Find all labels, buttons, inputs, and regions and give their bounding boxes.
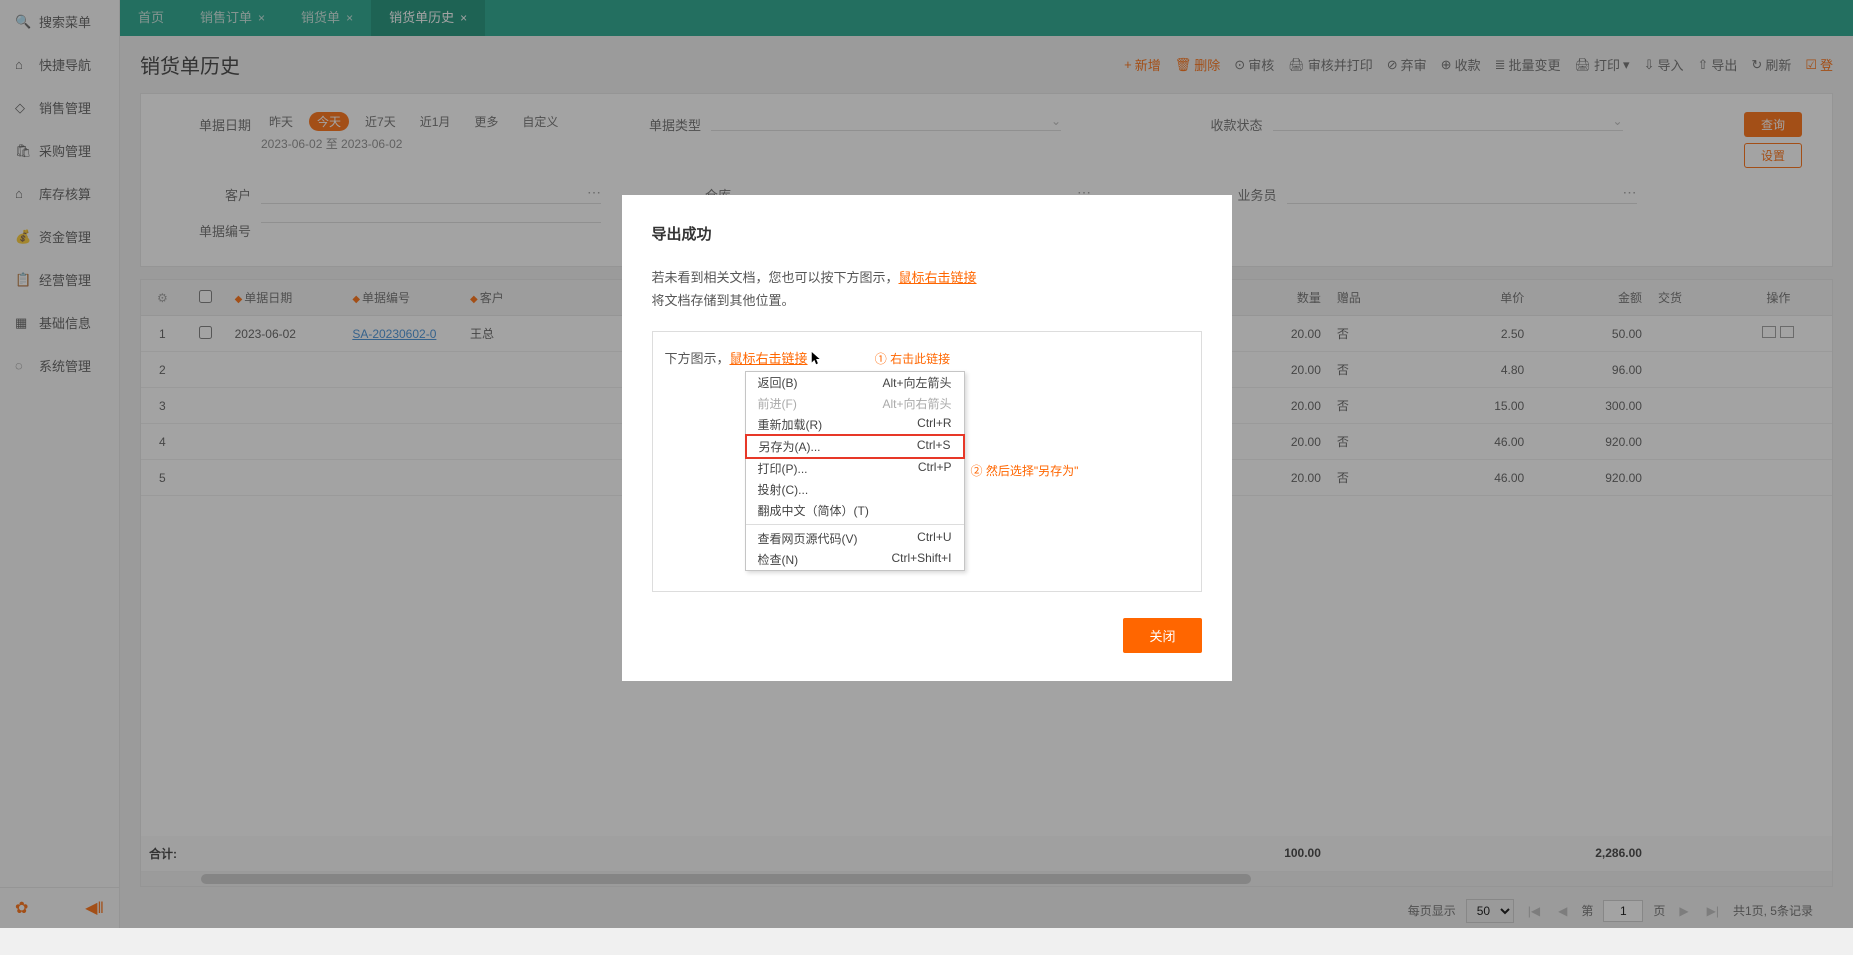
ctx-shortcut: Ctrl+R [917, 416, 951, 433]
cursor-icon [811, 352, 823, 366]
img-link: 鼠标右击链接 [730, 351, 808, 366]
ctx-item: 前进(F) Alt+向右箭头 [746, 393, 964, 414]
ctx-shortcut: Alt+向左箭头 [882, 374, 951, 391]
ctx-shortcut: Ctrl+S [917, 438, 951, 455]
ctx-shortcut: Ctrl+P [918, 460, 952, 477]
ctx-label: 投射(C)... [758, 481, 809, 498]
note-1: ① 右击此链接 [875, 352, 950, 366]
ctx-shortcut: Ctrl+Shift+I [891, 551, 951, 568]
ctx-item: 翻成中文（简体）(T) [746, 500, 964, 521]
ctx-label: 重新加载(R) [758, 416, 823, 433]
ctx-item: 另存为(A)... Ctrl+S [745, 434, 965, 459]
context-menu: 返回(B)Alt+向左箭头前进(F)Alt+向右箭头重新加载(R)Ctrl+R另… [745, 371, 965, 571]
export-success-modal: 导出成功 若未看到相关文档，您也可以按下方图示，鼠标右击链接 将文档存储到其他位… [622, 195, 1232, 681]
ctx-item: 查看网页源代码(V) Ctrl+U [746, 528, 964, 549]
ctx-label: 检查(N) [758, 551, 799, 568]
ctx-item: 重新加载(R) Ctrl+R [746, 414, 964, 435]
modal-line1-pre: 若未看到相关文档，您也可以按下方图示， [652, 270, 899, 285]
instruction-image: 下方图示，鼠标右击链接 ① 右击此链接 返回(B) Alt+向左箭头前进(F) Al… [652, 331, 1202, 592]
img-text-pre: 下方图示， [665, 351, 730, 366]
ctx-label: 翻成中文（简体）(T) [758, 502, 869, 519]
ctx-item: 打印(P)... Ctrl+P [746, 458, 964, 479]
ctx-item: 返回(B) Alt+向左箭头 [746, 372, 964, 393]
modal-line2: 将文档存储到其他位置。 [652, 293, 795, 308]
modal-text: 若未看到相关文档，您也可以按下方图示，鼠标右击链接 将文档存储到其他位置。 [652, 266, 1202, 313]
ctx-label: 另存为(A)... [759, 438, 821, 455]
note-2: ② 然后选择"另存为" [971, 462, 1079, 479]
ctx-shortcut: Ctrl+U [917, 530, 951, 547]
modal-overlay[interactable]: 导出成功 若未看到相关文档，您也可以按下方图示，鼠标右击链接 将文档存储到其他位… [0, 0, 1853, 928]
ctx-label: 返回(B) [758, 374, 798, 391]
ctx-label: 查看网页源代码(V) [758, 530, 858, 547]
ctx-shortcut: Alt+向右箭头 [882, 395, 951, 412]
ctx-label: 打印(P)... [758, 460, 808, 477]
modal-title: 导出成功 [652, 223, 1202, 244]
close-button[interactable]: 关闭 [1123, 618, 1201, 653]
ctx-item: 投射(C)... [746, 479, 964, 500]
ctx-item: 检查(N) Ctrl+Shift+I [746, 549, 964, 570]
ctx-label: 前进(F) [758, 395, 797, 412]
right-click-link[interactable]: 鼠标右击链接 [899, 270, 977, 285]
ctx-separator [746, 524, 964, 525]
